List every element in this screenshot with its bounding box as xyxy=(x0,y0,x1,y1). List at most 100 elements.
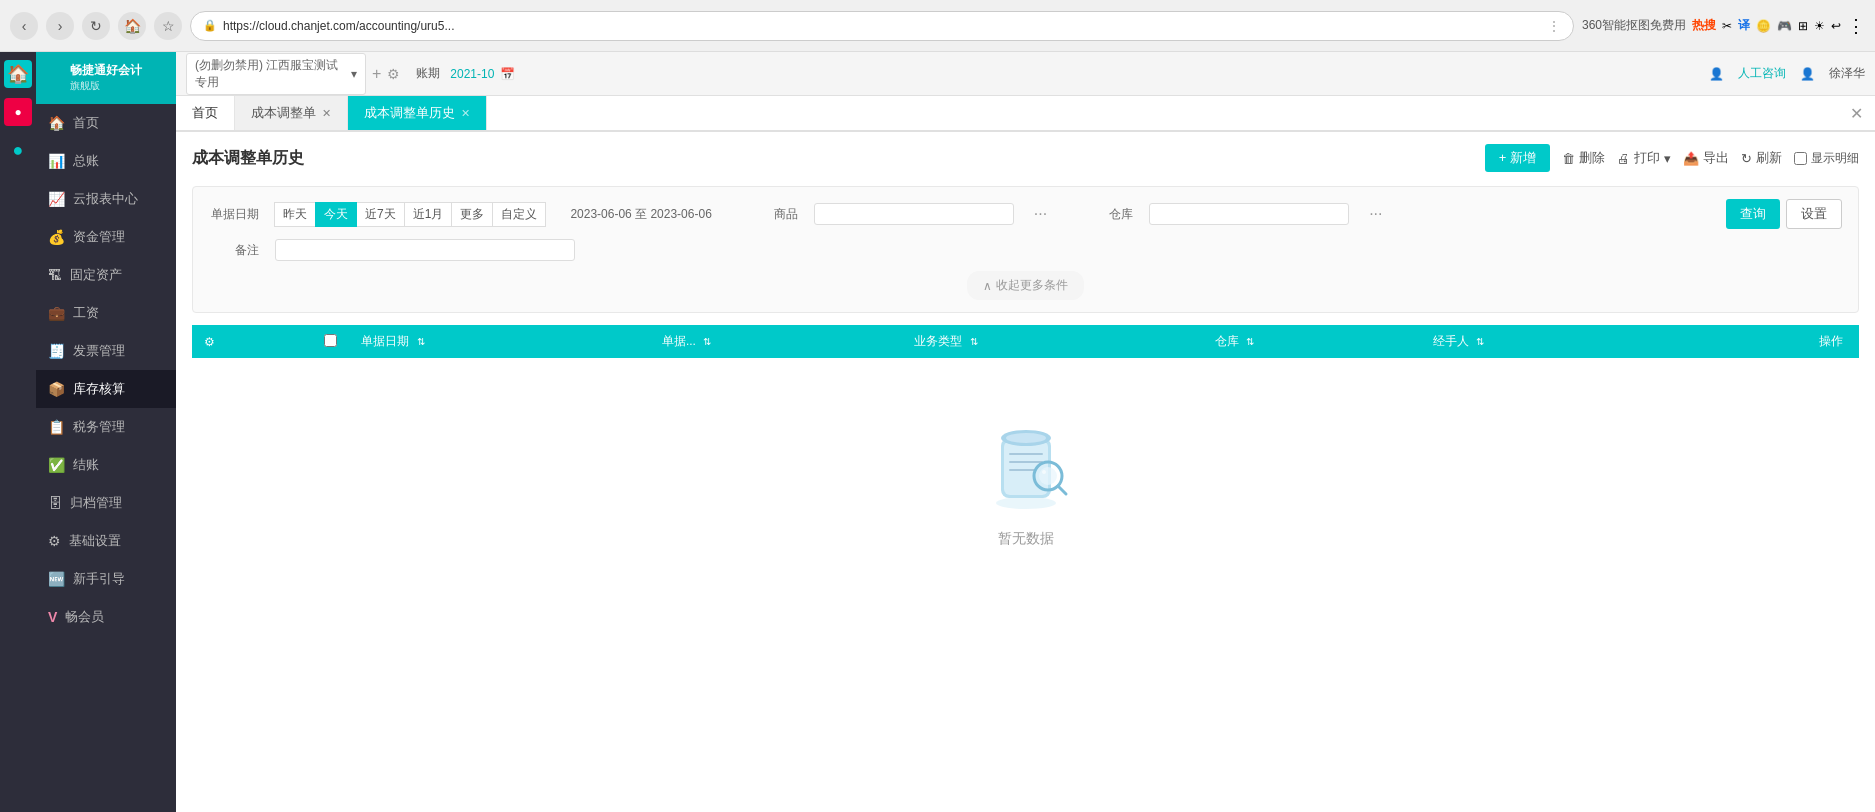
icon-bar-red[interactable]: ● xyxy=(4,98,32,126)
url-bar[interactable]: 🔒 https://cloud.chanjet.com/accounting/u… xyxy=(190,11,1574,41)
consulting-label[interactable]: 人工咨询 xyxy=(1738,65,1786,82)
undo-icon[interactable]: ↩ xyxy=(1831,19,1841,33)
number-column-label: 单据... xyxy=(662,334,696,348)
tab-close-all[interactable]: ✕ xyxy=(1850,104,1863,123)
more-icon[interactable]: ⋮ xyxy=(1847,15,1865,37)
sidebar-item-invoice[interactable]: 🧾 发票管理 xyxy=(36,332,176,370)
member-icon: V xyxy=(48,609,57,625)
browser-chrome: ‹ › ↻ 🏠 ☆ 🔒 https://cloud.chanjet.com/ac… xyxy=(0,0,1875,52)
user-label[interactable]: 徐泽华 xyxy=(1829,65,1865,82)
gear-icon[interactable]: ⚙ xyxy=(204,335,215,349)
refresh-icon: ↻ xyxy=(1741,151,1752,166)
icon-bar-main[interactable]: 🏠 xyxy=(4,60,32,88)
tab-cost-adjust-history-close[interactable]: ✕ xyxy=(461,107,470,120)
table-header-checkbox[interactable] xyxy=(312,325,349,358)
sidebar-item-settings[interactable]: ⚙ 基础设置 xyxy=(36,522,176,560)
salary-icon: 💼 xyxy=(48,305,65,321)
sidebar-item-label-ledger: 总账 xyxy=(73,152,99,170)
date-btn-yesterday[interactable]: 昨天 xyxy=(274,202,316,227)
page-actions: + 新增 🗑 删除 🖨 打印 ▾ 📤 导出 ↻ xyxy=(1485,144,1859,172)
reports-icon: 📈 xyxy=(48,191,65,207)
tax-icon: 📋 xyxy=(48,419,65,435)
forward-button[interactable]: › xyxy=(46,12,74,40)
icon-bar-blue[interactable]: ● xyxy=(4,136,32,164)
select-all-checkbox[interactable] xyxy=(324,334,337,347)
sidebar-item-label-reports: 云报表中心 xyxy=(73,190,138,208)
home-button[interactable]: 🏠 xyxy=(118,12,146,40)
tab-home[interactable]: 首页 xyxy=(176,96,235,130)
date-btn-1month[interactable]: 近1月 xyxy=(404,202,453,227)
product-filter-input[interactable] xyxy=(814,203,1014,225)
search-label: 360智能抠图免费用 xyxy=(1582,17,1686,34)
export-button[interactable]: 📤 导出 xyxy=(1683,149,1729,167)
warehouse-filter-input[interactable] xyxy=(1149,203,1349,225)
collapse-button[interactable]: ∧ 收起更多条件 xyxy=(967,271,1084,300)
archive-icon: 🗄 xyxy=(48,495,62,511)
back-button[interactable]: ‹ xyxy=(10,12,38,40)
date-btn-7days[interactable]: 近7天 xyxy=(356,202,405,227)
sidebar-item-reports[interactable]: 📈 云报表中心 xyxy=(36,180,176,218)
remark-filter-input[interactable] xyxy=(275,239,575,261)
tab-cost-adjust[interactable]: 成本调整单 ✕ xyxy=(235,96,348,130)
date-range-text: 2023-06-06 至 2023-06-06 xyxy=(570,206,711,223)
star-button[interactable]: ☆ xyxy=(154,12,182,40)
biz-type-column-label: 业务类型 xyxy=(914,334,962,348)
translate-icon[interactable]: 译 xyxy=(1738,17,1750,34)
main-content: (勿删勿禁用) 江西服宝测试专用 ▾ + ⚙ 账期 2021-10 📅 👤 人工… xyxy=(176,52,1875,812)
delete-button[interactable]: 🗑 删除 xyxy=(1562,149,1605,167)
period-value[interactable]: 2021-10 xyxy=(450,67,494,81)
query-button[interactable]: 查询 xyxy=(1726,199,1780,229)
company-select[interactable]: (勿删勿禁用) 江西服宝测试专用 ▾ xyxy=(186,53,366,95)
sidebar-item-salary[interactable]: 💼 工资 xyxy=(36,294,176,332)
print-label: 打印 xyxy=(1634,149,1660,167)
sidebar-item-guide[interactable]: 🆕 新手引导 xyxy=(36,560,176,598)
sidebar-item-label-settlement: 结账 xyxy=(73,456,99,474)
grid-icon[interactable]: ⊞ xyxy=(1798,19,1808,33)
sidebar-item-label-guide: 新手引导 xyxy=(73,570,125,588)
sidebar-item-member[interactable]: V 畅会员 xyxy=(36,598,176,636)
scissors-icon[interactable]: ✂ xyxy=(1722,19,1732,33)
calendar-icon[interactable]: 📅 xyxy=(500,67,515,81)
tab-cost-adjust-history[interactable]: 成本调整单历史 ✕ xyxy=(348,96,487,130)
date-btn-custom[interactable]: 自定义 xyxy=(492,202,546,227)
sidebar-item-archive[interactable]: 🗄 归档管理 xyxy=(36,484,176,522)
display-detail-checkbox[interactable]: 显示明细 xyxy=(1794,150,1859,167)
date-btn-today[interactable]: 今天 xyxy=(315,202,357,227)
reload-button[interactable]: ↻ xyxy=(82,12,110,40)
table-header-gear[interactable]: ⚙ xyxy=(192,325,312,358)
table-header-date[interactable]: 单据日期 ⇅ xyxy=(349,325,650,358)
filter-row-1: 单据日期 昨天 今天 近7天 近1月 更多 自定义 2023-06-06 至 2… xyxy=(209,199,1842,229)
add-company-btn[interactable]: + xyxy=(372,65,381,83)
sidebar-item-funds[interactable]: 💰 资金管理 xyxy=(36,218,176,256)
display-detail-input[interactable] xyxy=(1794,152,1807,165)
print-button[interactable]: 🖨 打印 ▾ xyxy=(1617,149,1671,167)
table-header-operator[interactable]: 经手人 ⇅ xyxy=(1421,325,1680,358)
sidebar-item-tax[interactable]: 📋 税务管理 xyxy=(36,408,176,446)
refresh-button[interactable]: ↻ 刷新 xyxy=(1741,149,1782,167)
product-filter-dots[interactable]: ··· xyxy=(1034,205,1047,223)
sidebar-item-home[interactable]: 🏠 首页 xyxy=(36,104,176,142)
table-header-warehouse[interactable]: 仓库 ⇅ xyxy=(1203,325,1421,358)
sidebar-item-fixed-assets[interactable]: 🏗 固定资产 xyxy=(36,256,176,294)
top-nav-right: 👤 人工咨询 👤 徐泽华 xyxy=(1709,65,1865,82)
sidebar-item-inventory[interactable]: 📦 库存核算 xyxy=(36,370,176,408)
new-button[interactable]: + 新增 xyxy=(1485,144,1550,172)
coin-icon[interactable]: 🪙 xyxy=(1756,19,1771,33)
game-icon[interactable]: 🎮 xyxy=(1777,19,1792,33)
warehouse-filter-dots[interactable]: ··· xyxy=(1369,205,1382,223)
brightness-icon[interactable]: ☀ xyxy=(1814,19,1825,33)
table-header-number[interactable]: 单据... ⇅ xyxy=(650,325,902,358)
sidebar-item-settlement[interactable]: ✅ 结账 xyxy=(36,446,176,484)
sidebar-item-label-fixed-assets: 固定资产 xyxy=(70,266,122,284)
print-dropdown-icon[interactable]: ▾ xyxy=(1664,151,1671,166)
sidebar-item-ledger[interactable]: 📊 总账 xyxy=(36,142,176,180)
table-header-biz-type[interactable]: 业务类型 ⇅ xyxy=(902,325,1203,358)
svg-point-9 xyxy=(1039,467,1057,485)
date-btn-more[interactable]: 更多 xyxy=(451,202,493,227)
empty-illustration xyxy=(976,418,1076,518)
settings-btn-right[interactable]: 设置 xyxy=(1786,199,1842,229)
svg-point-4 xyxy=(1006,433,1046,443)
settings-btn[interactable]: ⚙ xyxy=(387,66,400,82)
tab-cost-adjust-close[interactable]: ✕ xyxy=(322,107,331,120)
export-icon: 📤 xyxy=(1683,151,1699,166)
